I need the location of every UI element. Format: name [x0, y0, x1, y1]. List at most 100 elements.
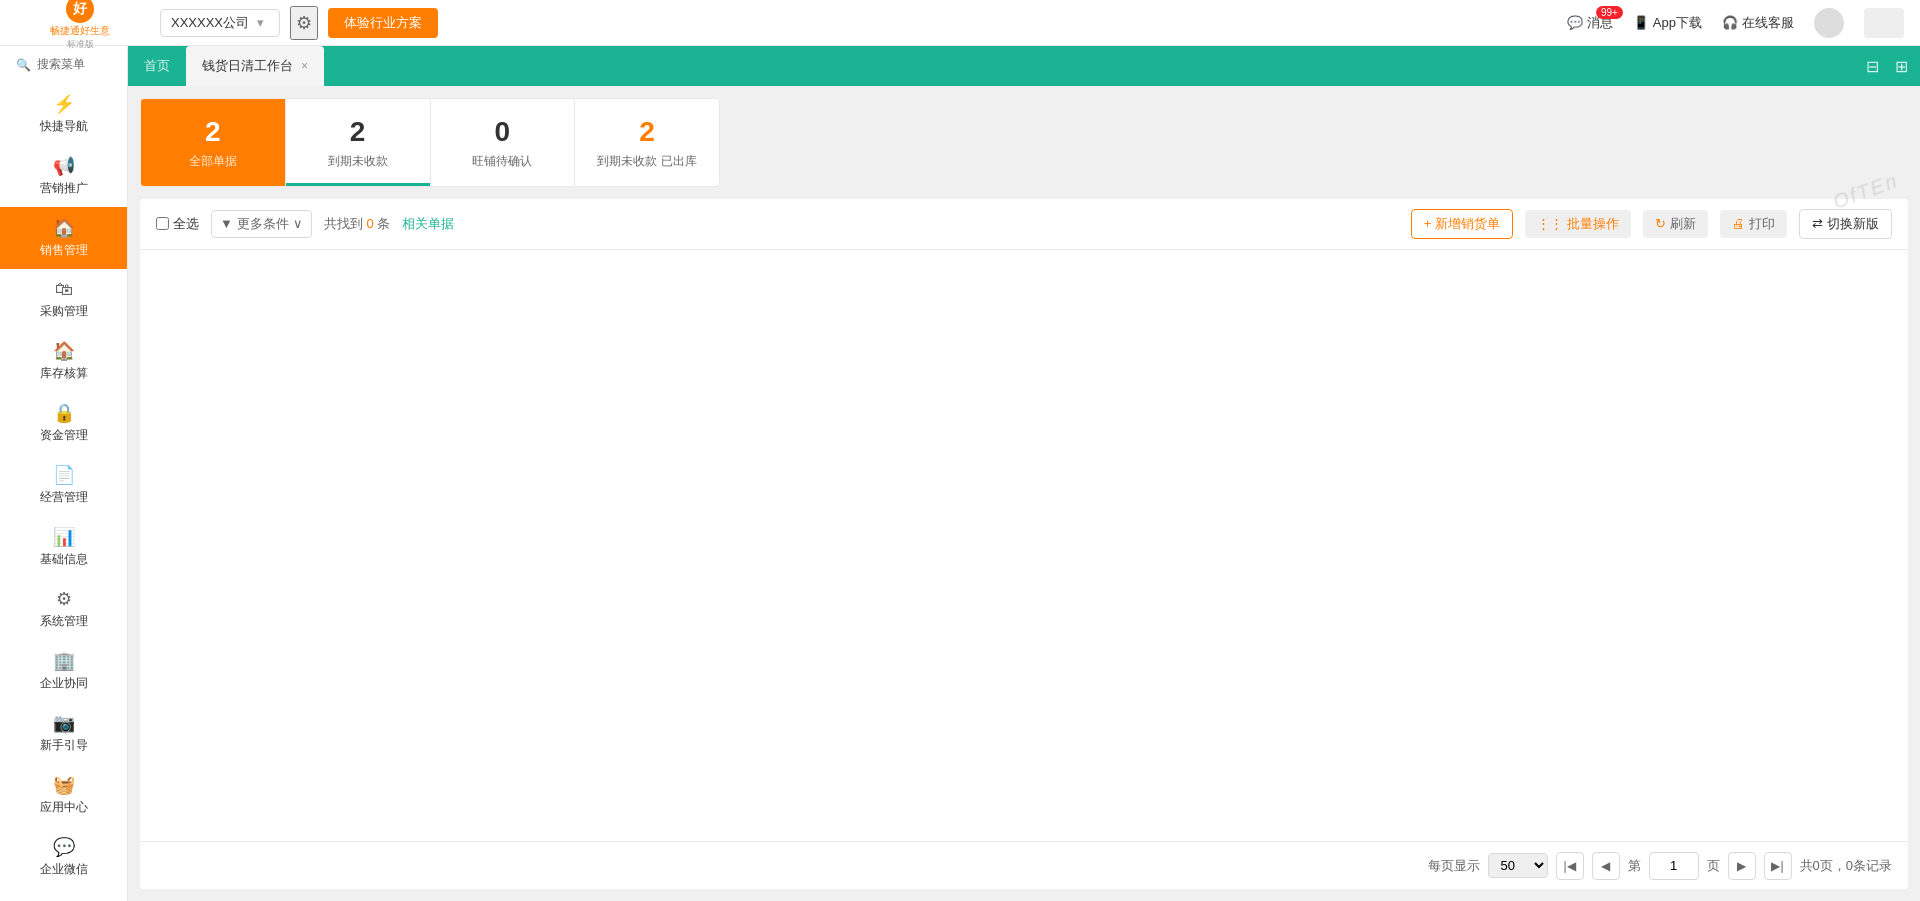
user-menu[interactable] [1864, 8, 1904, 38]
print-button[interactable]: 🖨 打印 [1720, 210, 1787, 238]
sidebar-item-label: 企业微信 [40, 861, 88, 878]
total-label: 共0页，0条记录 [1800, 857, 1892, 875]
select-all-checkbox[interactable]: 全选 [156, 215, 199, 233]
download-icon: 📱 [1633, 15, 1649, 30]
app-center-icon: 🧺 [53, 774, 75, 796]
next-page-button[interactable]: ▶ [1728, 852, 1756, 880]
operations-icon: 📄 [53, 464, 75, 486]
batch-ops-label: 批量操作 [1567, 215, 1619, 233]
batch-ops-icon: ⋮⋮ [1537, 216, 1563, 231]
quick-nav-icon: ⚡ [53, 93, 75, 115]
stats-row: 2 全部单据 2 到期未收款 0 旺铺待确认 2 到期未收款 已出库 [140, 98, 720, 187]
sidebar-item-quick-nav[interactable]: ⚡ 快捷导航 [0, 83, 127, 145]
sidebar-item-label: 新手引导 [40, 737, 88, 754]
sidebar-item-guide[interactable]: 📷 新手引导 [0, 702, 127, 764]
page-content: 2 全部单据 2 到期未收款 0 旺铺待确认 2 到期未收款 已出库 [128, 86, 1920, 901]
sidebar-item-cooperation[interactable]: 🏢 企业协同 [0, 640, 127, 702]
company-name: XXXXXX公司 [171, 14, 249, 32]
search-menu-label: 搜索菜单 [37, 56, 85, 73]
online-service-label: 在线客服 [1742, 14, 1794, 32]
avatar[interactable] [1814, 8, 1844, 38]
pagination-bar: 每页显示 50 100 200 |◀ ◀ 第 页 ▶ ▶| 共0页，0条记录 [140, 841, 1908, 889]
refresh-icon: ↻ [1655, 216, 1666, 231]
message-icon: 💬 [1567, 15, 1583, 30]
stat-shipped-number: 2 [595, 115, 699, 149]
online-service-button[interactable]: 🎧 在线客服 [1722, 14, 1794, 32]
sidebar-item-label: 企业协同 [40, 675, 88, 692]
page-input[interactable] [1649, 852, 1699, 880]
filter-button[interactable]: ▼ 更多条件 ∨ [211, 210, 312, 238]
app-download-button[interactable]: 📱 App下载 [1633, 14, 1702, 32]
add-sales-button[interactable]: + 新增销货单 [1411, 209, 1513, 239]
sidebar-item-label: 系统管理 [40, 613, 88, 630]
stat-pending-label: 旺铺待确认 [451, 153, 555, 170]
sidebar-item-purchase[interactable]: 🛍 采购管理 [0, 269, 127, 330]
sidebar-item-operations[interactable]: 📄 经营管理 [0, 454, 127, 516]
marketing-icon: 📢 [53, 155, 75, 177]
cooperation-icon: 🏢 [53, 650, 75, 672]
company-selector[interactable]: XXXXXX公司 ▾ [160, 9, 280, 37]
system-icon: ⚙ [56, 588, 72, 610]
stat-all[interactable]: 2 全部单据 [141, 99, 286, 186]
sidebar-item-label: 采购管理 [40, 303, 88, 320]
header-right: 💬 消息 99+ 📱 App下载 🎧 在线客服 [1567, 8, 1904, 38]
sidebar-item-label: 库存核算 [40, 365, 88, 382]
sidebar-item-member[interactable]: ✓ 畅会员 [0, 888, 127, 901]
first-page-button[interactable]: |◀ [1556, 852, 1584, 880]
minimize-tab-icon[interactable]: ⊟ [1862, 53, 1883, 80]
batch-ops-button[interactable]: ⋮⋮ 批量操作 [1525, 210, 1631, 238]
filter-label: 更多条件 [237, 215, 289, 233]
settings-button[interactable]: ⚙ [290, 6, 318, 40]
tab-home[interactable]: 首页 [128, 46, 186, 86]
prev-page-button[interactable]: ◀ [1592, 852, 1620, 880]
page-size-select[interactable]: 50 100 200 [1488, 853, 1548, 878]
sidebar-item-marketing[interactable]: 📢 营销推广 [0, 145, 127, 207]
sidebar-item-label: 营销推广 [40, 180, 88, 197]
wechat-icon: 💬 [53, 836, 75, 858]
sidebar-item-label: 经营管理 [40, 489, 88, 506]
maximize-tab-icon[interactable]: ⊞ [1891, 53, 1912, 80]
refresh-button[interactable]: ↻ 刷新 [1643, 210, 1708, 238]
last-page-button[interactable]: ▶| [1764, 852, 1792, 880]
tab-workbench-label: 钱货日清工作台 [202, 57, 293, 75]
sidebar-item-sales[interactable]: 🏠 销售管理 [0, 207, 127, 269]
select-all-label: 全选 [173, 215, 199, 233]
sidebar-item-wechat[interactable]: 💬 企业微信 [0, 826, 127, 888]
switch-version-button[interactable]: ⇄ 切换新版 [1799, 209, 1892, 239]
related-docs-link[interactable]: 相关单据 [402, 215, 454, 233]
stat-all-label: 全部单据 [161, 153, 265, 170]
select-all-input[interactable] [156, 217, 169, 230]
sidebar-item-label: 资金管理 [40, 427, 88, 444]
tab-workbench[interactable]: 钱货日清工作台 × [186, 46, 324, 86]
logo-subtitle: 标准版 [67, 38, 94, 51]
sidebar-item-system[interactable]: ⚙ 系统管理 [0, 578, 127, 640]
app-download-label: App下载 [1653, 14, 1702, 32]
tab-bar-right: ⊟ ⊞ [1862, 53, 1920, 80]
toolbar: 全选 ▼ 更多条件 ∨ 共找到 0 条 相关单据 [140, 199, 1908, 250]
close-tab-icon[interactable]: × [301, 59, 308, 73]
purchase-icon: 🛍 [55, 279, 73, 300]
sidebar-item-label: 销售管理 [40, 242, 88, 259]
message-badge: 99+ [1596, 6, 1623, 19]
tab-home-label: 首页 [144, 57, 170, 75]
chevron-down-icon: ▾ [257, 15, 264, 30]
stat-pending[interactable]: 0 旺铺待确认 [431, 99, 576, 186]
stat-overdue[interactable]: 2 到期未收款 [286, 99, 431, 186]
guide-icon: 📷 [53, 712, 75, 734]
sidebar-item-basic-info[interactable]: 📊 基础信息 [0, 516, 127, 578]
trial-button[interactable]: 体验行业方案 [328, 8, 438, 38]
found-count: 0 [367, 216, 374, 231]
sidebar-item-app-center[interactable]: 🧺 应用中心 [0, 764, 127, 826]
logo[interactable]: 好 畅捷通好生意 标准版 [16, 0, 144, 51]
filter-icon: ▼ [220, 216, 233, 231]
sidebar-item-finance[interactable]: 🔒 资金管理 [0, 392, 127, 454]
sidebar-item-inventory[interactable]: 🏠 库存核算 [0, 330, 127, 392]
switch-label: 切换新版 [1827, 215, 1879, 233]
page-label: 第 [1628, 857, 1641, 875]
header: 好 畅捷通好生意 标准版 XXXXXX公司 ▾ ⚙ 体验行业方案 💬 消息 99… [0, 0, 1920, 46]
message-button[interactable]: 💬 消息 99+ [1567, 14, 1613, 32]
service-icon: 🎧 [1722, 15, 1738, 30]
search-menu-item[interactable]: 🔍 搜索菜单 [0, 46, 127, 83]
print-label: 打印 [1749, 215, 1775, 233]
stat-shipped[interactable]: 2 到期未收款 已出库 [575, 99, 719, 186]
